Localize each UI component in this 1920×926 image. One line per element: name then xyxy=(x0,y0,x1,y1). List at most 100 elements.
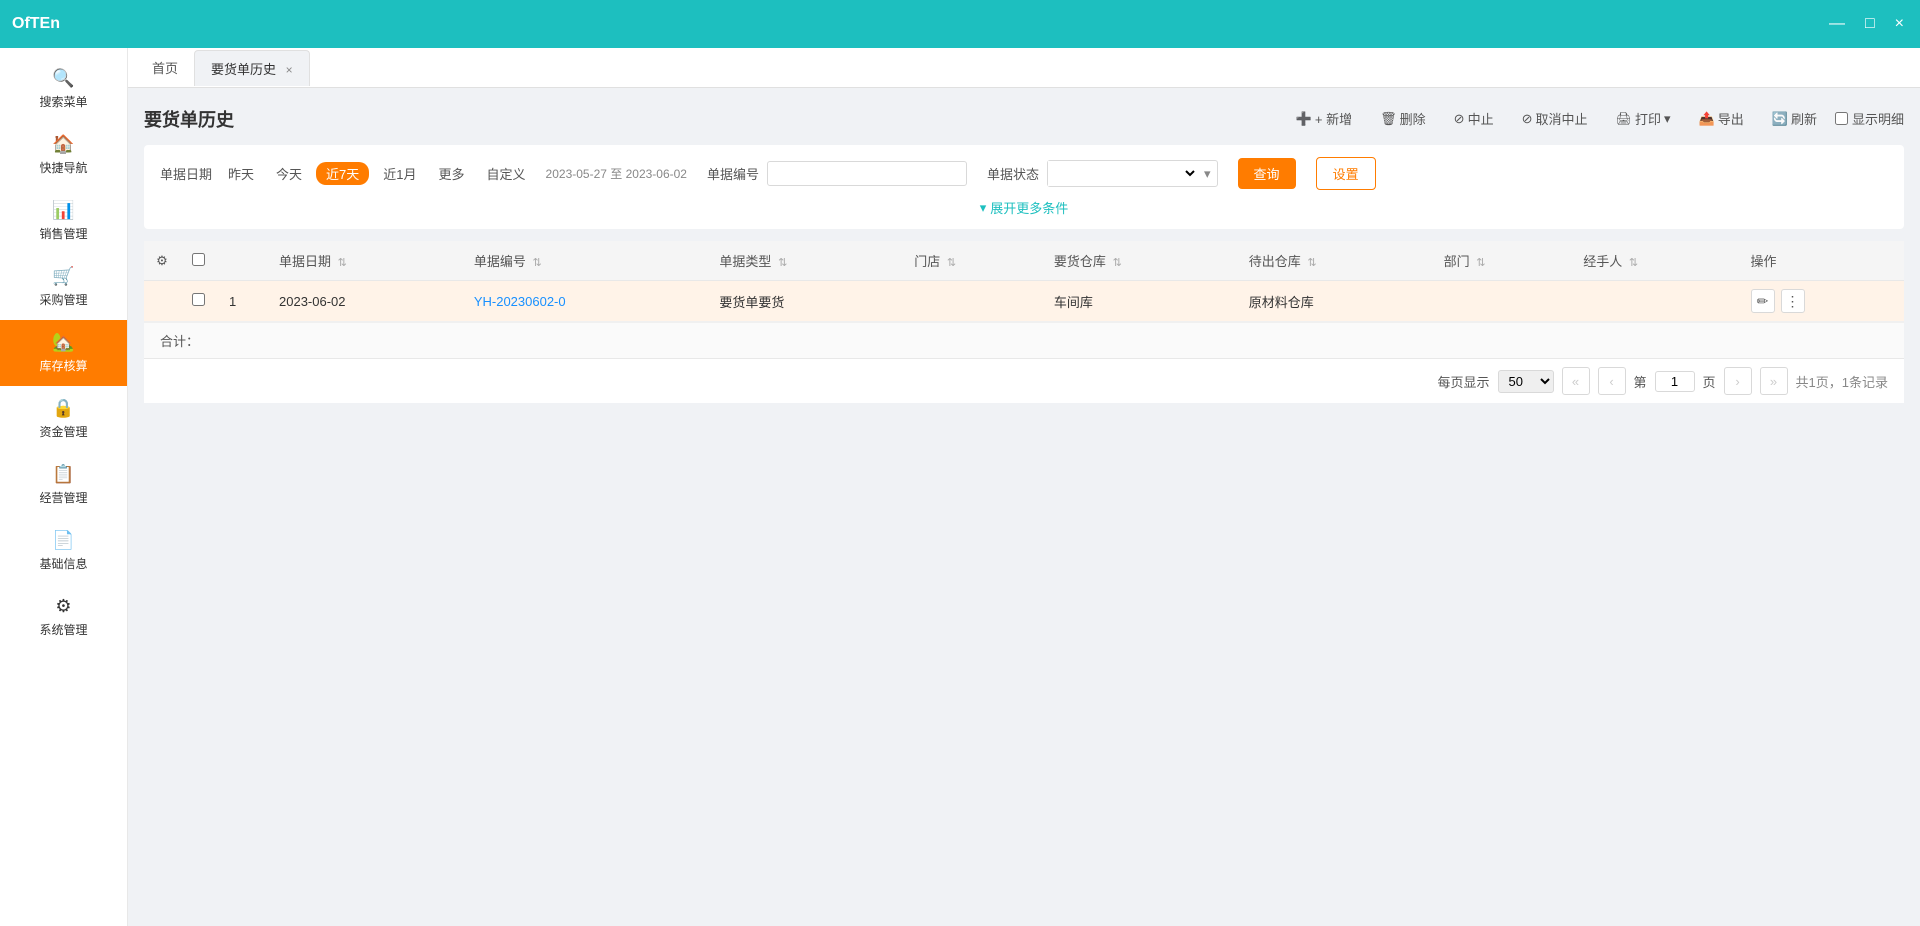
settings-icon[interactable]: ⚙ xyxy=(156,253,168,268)
cancel-stop-button[interactable]: ⊘ 取消中止 xyxy=(1512,104,1598,133)
row-operation: ✏ ⋮ xyxy=(1739,281,1905,322)
th-operation: 操作 xyxy=(1739,241,1905,281)
th-doc-no-label: 单据编号 xyxy=(474,254,526,269)
sidebar-item-operation[interactable]: 📋 经营管理 xyxy=(0,452,127,518)
date-opt-yesterday[interactable]: 昨天 xyxy=(220,162,262,185)
tabs-bar: 首页 要货单历史 × xyxy=(128,48,1920,88)
th-dept: 部门 ⇅ xyxy=(1432,241,1572,281)
last-page-button[interactable]: » xyxy=(1760,367,1788,395)
lock-icon: 🔒 xyxy=(52,398,74,419)
th-handler-label: 经手人 xyxy=(1583,254,1622,269)
export-button[interactable]: 📤 导出 xyxy=(1689,104,1754,133)
status-select-wrap: ▾ xyxy=(1047,160,1218,187)
sidebar-label-purchase: 采购管理 xyxy=(39,291,87,308)
tab-close-icon[interactable]: × xyxy=(286,63,293,77)
minimize-button[interactable]: — xyxy=(1825,11,1849,37)
maximize-button[interactable]: □ xyxy=(1861,11,1879,37)
print-label: 打印 xyxy=(1635,109,1661,128)
refresh-icon: 🔄 xyxy=(1772,111,1788,127)
sort-store-icon[interactable]: ⇅ xyxy=(947,257,956,269)
th-doc-no: 单据编号 ⇅ xyxy=(462,241,708,281)
chevron-down-icon: ▾ xyxy=(980,200,987,216)
doc-number-input[interactable] xyxy=(767,161,967,186)
display-detail-checkbox[interactable] xyxy=(1835,112,1848,125)
date-options: 昨天 今天 近7天 近1月 更多 自定义 xyxy=(220,162,534,185)
date-opt-1month[interactable]: 近1月 xyxy=(375,162,424,185)
display-detail-label: 显示明细 xyxy=(1852,109,1904,128)
th-doc-type: 单据类型 ⇅ xyxy=(707,241,902,281)
settings-button[interactable]: 设置 xyxy=(1316,157,1376,190)
page-main: 要货单历史 ➕ + 新增 🗑 删除 ⊘ 中止 xyxy=(128,88,1920,926)
sidebar-label-sales: 销售管理 xyxy=(39,225,87,242)
status-select[interactable] xyxy=(1048,161,1198,186)
date-range: 2023-05-27 至 2023-06-02 xyxy=(546,165,687,182)
date-opt-custom[interactable]: 自定义 xyxy=(479,162,534,185)
date-filter: 单据日期 昨天 今天 近7天 近1月 更多 自定义 2023-05-27 至 2… xyxy=(160,162,687,185)
chart-icon: 📊 xyxy=(52,200,74,221)
sidebar-item-system[interactable]: ⚙ 系统管理 xyxy=(0,584,127,650)
sidebar-item-purchase[interactable]: 🛒 采购管理 xyxy=(0,254,127,320)
sidebar-label-base-info: 基础信息 xyxy=(39,555,87,572)
sort-handler-icon[interactable]: ⇅ xyxy=(1629,257,1638,269)
delete-button[interactable]: 🗑 删除 xyxy=(1370,104,1436,133)
sort-doc-type-icon[interactable]: ⇅ xyxy=(778,257,787,269)
close-button[interactable]: × xyxy=(1891,11,1908,37)
row-select-checkbox[interactable] xyxy=(192,293,205,306)
sort-pending-warehouse-icon[interactable]: ⇅ xyxy=(1307,257,1316,269)
th-dept-label: 部门 xyxy=(1444,254,1470,269)
sidebar-item-inventory[interactable]: 🏡 库存核算 xyxy=(0,320,127,386)
row-date: 2023-06-02 xyxy=(267,281,462,322)
sort-date-icon[interactable]: ⇅ xyxy=(338,257,347,269)
th-checkbox xyxy=(180,241,217,281)
doc-number-filter: 单据编号 xyxy=(707,161,967,186)
sidebar-item-sales[interactable]: 📊 销售管理 xyxy=(0,188,127,254)
doc-no-link[interactable]: YH-20230602-0 xyxy=(474,294,566,309)
date-opt-7days[interactable]: 近7天 xyxy=(316,162,369,185)
first-page-button[interactable]: « xyxy=(1562,367,1590,395)
sidebar-item-quick-nav[interactable]: 🏠 快捷导航 xyxy=(0,122,127,188)
th-store: 门店 ⇅ xyxy=(902,241,1042,281)
row-req-warehouse: 车间库 xyxy=(1042,281,1237,322)
sort-dept-icon[interactable]: ⇅ xyxy=(1476,257,1485,269)
plus-icon: ➕ xyxy=(1296,111,1312,127)
th-req-warehouse: 要货仓库 ⇅ xyxy=(1042,241,1237,281)
sort-req-warehouse-icon[interactable]: ⇅ xyxy=(1113,257,1122,269)
sidebar-item-base-info[interactable]: 📄 基础信息 xyxy=(0,518,127,584)
sidebar-item-search[interactable]: 🔍 搜索菜单 xyxy=(0,56,127,122)
tab-home[interactable]: 首页 xyxy=(136,50,194,85)
content-area: 首页 要货单历史 × 要货单历史 ➕ + 新增 xyxy=(128,48,1920,926)
print-icon: 🖨 xyxy=(1616,111,1633,127)
date-opt-more[interactable]: 更多 xyxy=(431,162,473,185)
row-checkbox xyxy=(180,281,217,322)
th-doc-type-label: 单据类型 xyxy=(719,254,771,269)
prev-page-button[interactable]: ‹ xyxy=(1598,367,1626,395)
query-button[interactable]: 查询 xyxy=(1238,158,1296,189)
print-dropdown-icon: ▾ xyxy=(1664,111,1671,127)
print-button[interactable]: 🖨 打印 ▾ xyxy=(1606,104,1681,133)
row-edit-button[interactable]: ✏ xyxy=(1751,289,1775,313)
page-number-input[interactable] xyxy=(1655,371,1695,392)
select-all-checkbox[interactable] xyxy=(192,253,205,266)
new-button[interactable]: ➕ + 新增 xyxy=(1286,104,1362,133)
th-handler: 经手人 ⇅ xyxy=(1571,241,1738,281)
next-page-button[interactable]: › xyxy=(1724,367,1752,395)
stop-button[interactable]: ⊘ 中止 xyxy=(1444,104,1504,133)
sidebar-item-finance[interactable]: 🔒 资金管理 xyxy=(0,386,127,452)
sort-doc-no-icon[interactable]: ⇅ xyxy=(532,257,541,269)
row-more-button[interactable]: ⋮ xyxy=(1781,289,1805,313)
date-opt-today[interactable]: 今天 xyxy=(268,162,310,185)
refresh-button[interactable]: 🔄 刷新 xyxy=(1762,104,1827,133)
row-num: 1 xyxy=(217,281,267,322)
status-label: 单据状态 xyxy=(987,164,1039,183)
display-detail-toggle[interactable]: 显示明细 xyxy=(1835,109,1904,128)
th-pending-warehouse-label: 待出仓库 xyxy=(1249,254,1301,269)
delete-icon: 🗑 xyxy=(1380,111,1397,127)
tab-requisition-history[interactable]: 要货单历史 × xyxy=(194,50,310,86)
page-title: 要货单历史 xyxy=(144,106,234,132)
expand-more-btn[interactable]: ▾ 展开更多条件 xyxy=(160,198,1888,217)
th-req-warehouse-label: 要货仓库 xyxy=(1054,254,1106,269)
select-arrow-icon: ▾ xyxy=(1198,162,1217,186)
data-table: ⚙ 单据日期 ⇅ xyxy=(144,241,1904,322)
row-settings xyxy=(144,281,180,322)
page-size-select[interactable]: 10 20 50 100 xyxy=(1498,370,1554,393)
